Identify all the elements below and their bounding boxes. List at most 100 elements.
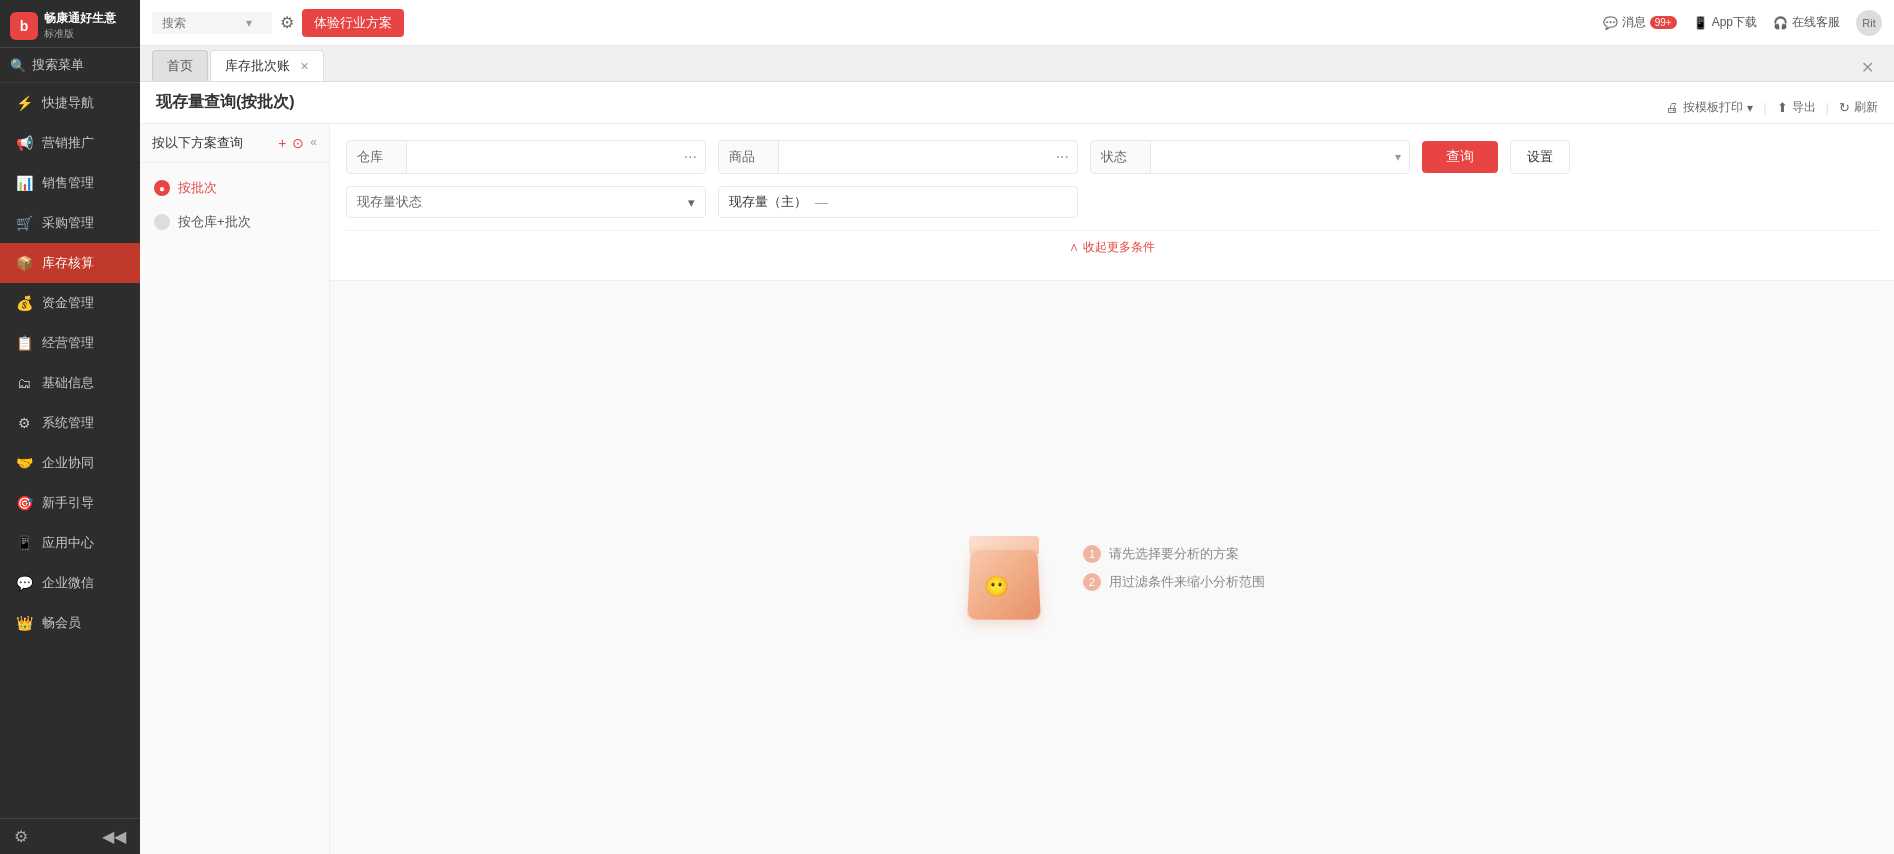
export-icon: ⬆ bbox=[1777, 100, 1788, 115]
sidebar-header: b 畅康通好生意 标准版 bbox=[0, 0, 140, 48]
scheme-add-button[interactable]: + bbox=[278, 135, 286, 151]
stock-status-arrow[interactable]: ▾ bbox=[688, 195, 695, 210]
empty-illustration: 😶 bbox=[959, 518, 1059, 618]
sidebar-item-vip[interactable]: 👑 畅会员 bbox=[0, 603, 140, 643]
basic-label: 基础信息 bbox=[42, 374, 94, 392]
newbie-icon: 🎯 bbox=[14, 493, 34, 513]
sidebar-item-collab[interactable]: 🤝 企业协同 bbox=[0, 443, 140, 483]
messages-label: 消息 bbox=[1622, 14, 1646, 31]
messages-action[interactable]: 💬 消息 99+ bbox=[1603, 14, 1677, 31]
status-arrow-icon[interactable]: ▾ bbox=[1387, 150, 1409, 164]
sidebar-item-quicknav[interactable]: ⚡ 快捷导航 bbox=[0, 83, 140, 123]
scheme-item-by-batch[interactable]: ● 按批次 bbox=[140, 171, 329, 205]
hint-num-2: 2 bbox=[1083, 573, 1101, 591]
topbar-search-dropdown-icon[interactable]: ▾ bbox=[246, 16, 252, 30]
apps-label: 应用中心 bbox=[42, 534, 94, 552]
sales-label: 销售管理 bbox=[42, 174, 94, 192]
marketing-label: 营销推广 bbox=[42, 134, 94, 152]
sidebar-item-purchase[interactable]: 🛒 采购管理 bbox=[0, 203, 140, 243]
status-input[interactable] bbox=[1151, 150, 1387, 165]
quicknav-icon: ⚡ bbox=[14, 93, 34, 113]
status-filter[interactable]: 状态 ▾ bbox=[1090, 140, 1410, 174]
system-label: 系统管理 bbox=[42, 414, 94, 432]
empty-hint-1: 1 请先选择要分析的方案 bbox=[1083, 545, 1265, 563]
user-avatar-action[interactable]: Rit bbox=[1856, 10, 1882, 36]
tabbar: 首页 库存批次账 ✕ ✕ bbox=[140, 46, 1894, 82]
sidebar-item-sales[interactable]: 📊 销售管理 bbox=[0, 163, 140, 203]
warehouse-dots[interactable]: ··· bbox=[676, 148, 705, 166]
online-service-label: 在线客服 bbox=[1792, 14, 1840, 31]
topbar-settings-icon[interactable]: ⚙ bbox=[280, 13, 294, 32]
scheme-item-by-warehouse-batch[interactable]: 按仓库+批次 bbox=[140, 205, 329, 239]
tab-inventory-account[interactable]: 库存批次账 ✕ bbox=[210, 50, 324, 81]
app-download-action[interactable]: 📱 App下载 bbox=[1693, 14, 1757, 31]
export-button[interactable]: ⬆ 导出 bbox=[1777, 99, 1816, 116]
topbar-search-input[interactable] bbox=[162, 16, 242, 30]
print-button[interactable]: 🖨 按模板打印 ▾ bbox=[1666, 99, 1753, 116]
topbar: ▾ ⚙ 体验行业方案 💬 消息 99+ 📱 App下载 🎧 在线客服 Rit bbox=[140, 0, 1894, 46]
user-avatar: Rit bbox=[1856, 10, 1882, 36]
empty-box-face: 😶 bbox=[984, 574, 1009, 598]
settings-bottom-icon[interactable]: ⚙ bbox=[14, 827, 28, 846]
sidebar-item-apps[interactable]: 📱 应用中心 bbox=[0, 523, 140, 563]
warehouse-label: 仓库 bbox=[347, 141, 407, 173]
online-service-action[interactable]: 🎧 在线客服 bbox=[1773, 14, 1840, 31]
collapse-sidebar-icon[interactable]: ◀◀ bbox=[102, 827, 126, 846]
sidebar-item-inventory[interactable]: 📦 库存核算 bbox=[0, 243, 140, 283]
finance-icon: 💰 bbox=[14, 293, 34, 313]
print-dropdown-icon[interactable]: ▾ bbox=[1747, 101, 1753, 115]
refresh-button[interactable]: ↻ 刷新 bbox=[1839, 99, 1878, 116]
product-input[interactable] bbox=[779, 150, 1048, 165]
sidebar-item-wechat[interactable]: 💬 企业微信 bbox=[0, 563, 140, 603]
ops-icon: 📋 bbox=[14, 333, 34, 353]
product-dots[interactable]: ··· bbox=[1048, 148, 1077, 166]
scheme-collapse-button[interactable]: « bbox=[310, 135, 317, 151]
sidebar-item-ops[interactable]: 📋 经营管理 bbox=[0, 323, 140, 363]
collapse-more-label: 收起更多条件 bbox=[1083, 240, 1155, 254]
warehouse-input[interactable] bbox=[407, 150, 676, 165]
sidebar-item-marketing[interactable]: 📢 营销推广 bbox=[0, 123, 140, 163]
trial-button[interactable]: 体验行业方案 bbox=[302, 9, 404, 37]
tab-close-icon[interactable]: ✕ bbox=[300, 60, 309, 72]
search-icon: 🔍 bbox=[10, 58, 26, 73]
collab-icon: 🤝 bbox=[14, 453, 34, 473]
stock-qty-label: 现存量（主） bbox=[729, 193, 807, 211]
sidebar-title-block: 畅康通好生意 标准版 bbox=[44, 10, 116, 41]
stock-qty-filter[interactable]: 现存量（主） — bbox=[718, 186, 1078, 218]
product-label: 商品 bbox=[719, 141, 779, 173]
stock-status-label: 现存量状态 bbox=[357, 193, 422, 211]
query-panel: 仓库 ··· 商品 ··· 状态 ▾ bbox=[330, 124, 1894, 854]
vip-icon: 👑 bbox=[14, 613, 34, 633]
topbar-search-area[interactable]: ▾ bbox=[152, 12, 272, 34]
empty-hints: 1 请先选择要分析的方案 2 用过滤条件来缩小分析范围 bbox=[1083, 545, 1265, 591]
vip-label: 畅会员 bbox=[42, 614, 81, 632]
scheme-by-wh-batch-label: 按仓库+批次 bbox=[178, 213, 251, 231]
purchase-label: 采购管理 bbox=[42, 214, 94, 232]
filter-area: 仓库 ··· 商品 ··· 状态 ▾ bbox=[330, 124, 1894, 281]
marketing-icon: 📢 bbox=[14, 133, 34, 153]
stock-status-filter[interactable]: 现存量状态 ▾ bbox=[346, 186, 706, 218]
page-header: 现存量查询(按批次) 🖨 按模板打印 ▾ | ⬆ 导出 | ↻ 刷新 bbox=[140, 82, 1894, 124]
query-button[interactable]: 查询 bbox=[1422, 141, 1498, 173]
separator2: | bbox=[1826, 100, 1829, 115]
scheme-panel: 按以下方案查询 + ⊙ « ● 按批次 按仓库+批次 bbox=[140, 124, 330, 854]
finance-label: 资金管理 bbox=[42, 294, 94, 312]
sidebar-item-newbie[interactable]: 🎯 新手引导 bbox=[0, 483, 140, 523]
sidebar-item-basic[interactable]: 🗂 基础信息 bbox=[0, 363, 140, 403]
collapse-more-button[interactable]: ∧ 收起更多条件 bbox=[346, 230, 1878, 264]
app-download-label: App下载 bbox=[1712, 14, 1757, 31]
panel-close-button[interactable]: ✕ bbox=[1853, 54, 1882, 81]
settings-button[interactable]: 设置 bbox=[1510, 140, 1570, 174]
page-title: 现存量查询(按批次) bbox=[156, 92, 295, 123]
warehouse-filter[interactable]: 仓库 ··· bbox=[346, 140, 706, 174]
scheme-panel-header: 按以下方案查询 + ⊙ « bbox=[140, 124, 329, 163]
sidebar-item-system[interactable]: ⚙ 系统管理 bbox=[0, 403, 140, 443]
hint-text-1: 请先选择要分析的方案 bbox=[1109, 545, 1239, 563]
scheme-settings-button[interactable]: ⊙ bbox=[292, 135, 304, 151]
tab-home[interactable]: 首页 bbox=[152, 50, 208, 81]
product-filter[interactable]: 商品 ··· bbox=[718, 140, 1078, 174]
sidebar-item-finance[interactable]: 💰 资金管理 bbox=[0, 283, 140, 323]
basic-icon: 🗂 bbox=[14, 373, 34, 393]
sidebar-search-menu[interactable]: 🔍 搜索菜单 bbox=[0, 48, 140, 83]
edition-label: 标准版 bbox=[44, 27, 116, 41]
